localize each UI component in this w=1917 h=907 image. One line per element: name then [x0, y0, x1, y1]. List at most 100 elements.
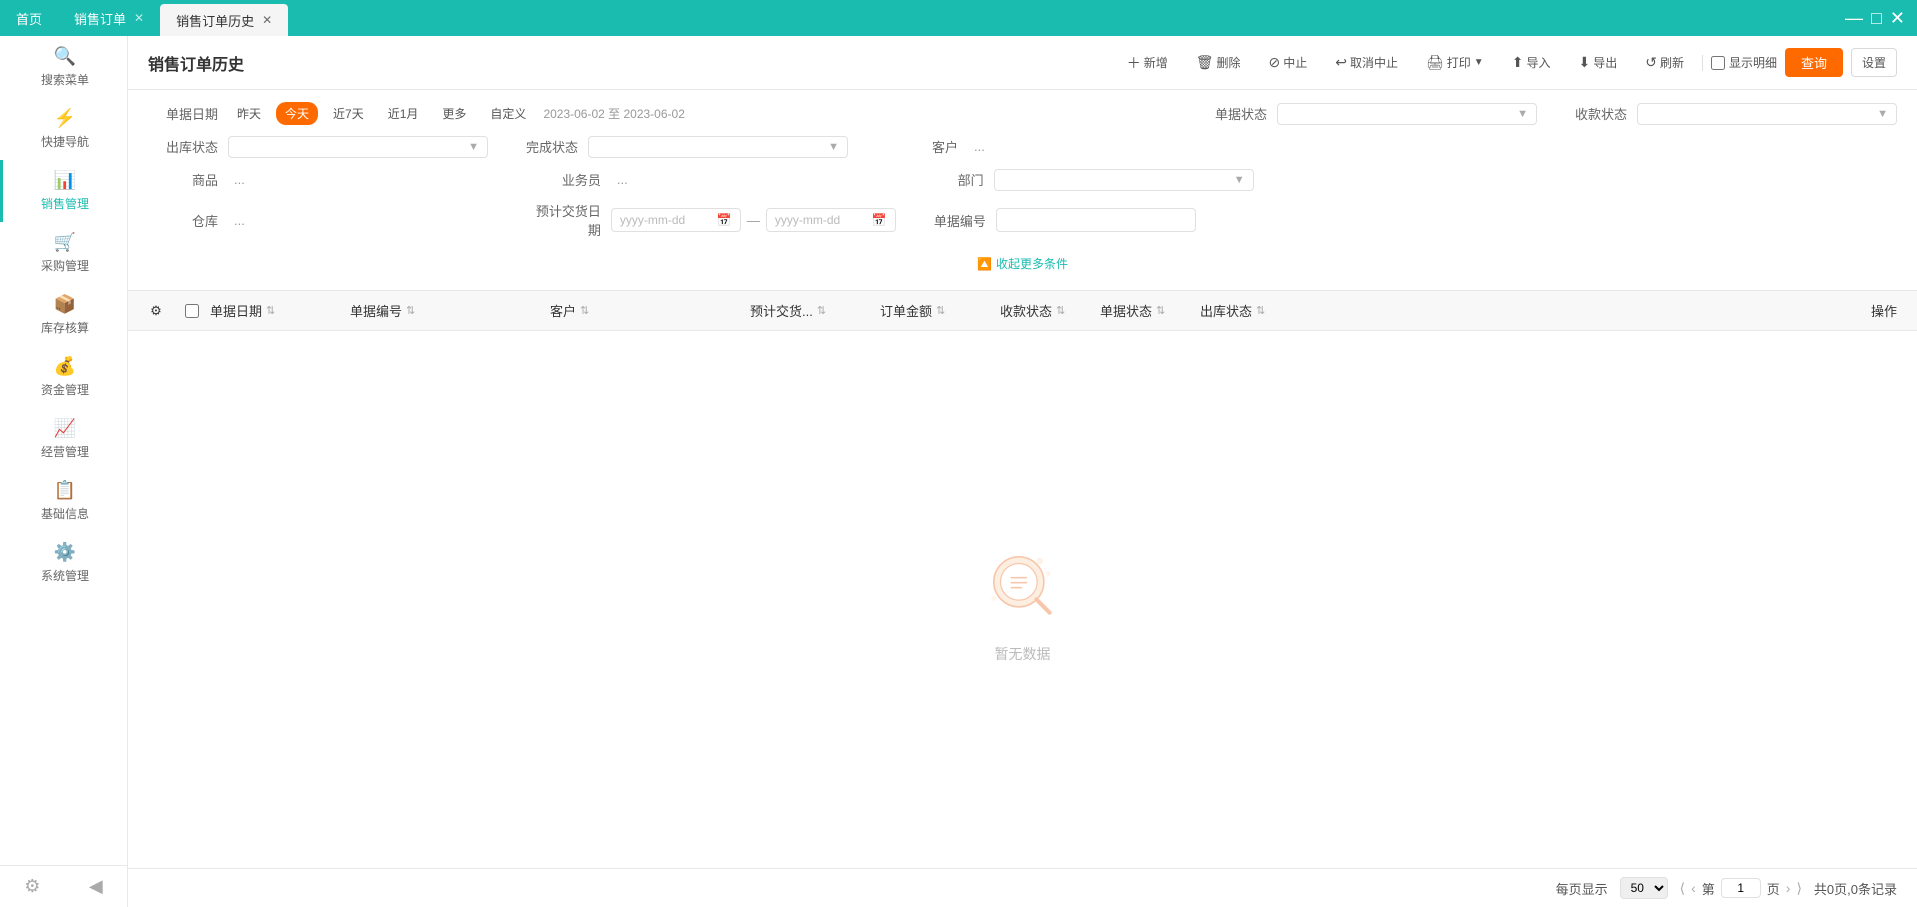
show-detail-checkbox[interactable]: [1711, 56, 1725, 70]
sidebar-item-search-menu[interactable]: 🔍 搜索菜单: [0, 36, 127, 98]
date-tag-more[interactable]: 更多: [433, 102, 475, 125]
col-checkbox-header[interactable]: [174, 304, 210, 318]
close-tab-sales-order[interactable]: ✕: [134, 11, 144, 25]
col-action-header: 操作: [1300, 301, 1907, 320]
refresh-icon: ↺: [1645, 54, 1657, 71]
sidebar-item-quick-nav[interactable]: ⚡ 快捷导航: [0, 98, 127, 160]
delivery-date-label: 预计交货日期: [531, 201, 611, 239]
table-section: ⚙ 单据日期 ⇅ 单据编号 ⇅ 客户 ⇅ 预计交货...: [128, 291, 1917, 868]
product-label: 商品: [148, 170, 228, 189]
sidebar-item-inventory[interactable]: 📦 库存核算: [0, 284, 127, 346]
last-page-icon[interactable]: ⟩: [1796, 880, 1801, 897]
customer-dots[interactable]: ...: [968, 135, 991, 158]
order-no-input[interactable]: [996, 208, 1196, 232]
minimize-icon[interactable]: —: [1845, 8, 1863, 29]
new-icon: ＋: [1127, 53, 1141, 73]
order-status-sort-icon[interactable]: ⇅: [1156, 304, 1165, 317]
close-tab-history[interactable]: ✕: [262, 13, 272, 27]
cancel-stop-button[interactable]: ↩ 取消中止: [1325, 50, 1408, 75]
tab-home[interactable]: 首页: [0, 0, 58, 36]
tab-sales-order[interactable]: 销售订单 ✕: [58, 0, 160, 36]
first-page-icon[interactable]: ⟨: [1680, 880, 1685, 897]
customer-sort-icon[interactable]: ⇅: [580, 304, 589, 317]
delete-button[interactable]: 🗑 删除: [1186, 50, 1251, 75]
page-size-select[interactable]: 50: [1620, 877, 1668, 899]
date-tag-today[interactable]: 今天: [276, 102, 318, 125]
tab-sales-order-history[interactable]: 销售订单历史 ✕: [160, 4, 288, 36]
salesman-label: 业务员: [531, 170, 611, 189]
sidebar-item-sales[interactable]: 📊 销售管理: [0, 160, 127, 222]
dept-select[interactable]: ▼: [994, 169, 1254, 191]
date-tag-yesterday[interactable]: 昨天: [228, 102, 270, 125]
warehouse-label: 仓库: [148, 211, 228, 230]
dept-label: 部门: [914, 170, 994, 189]
col-customer-header[interactable]: 客户 ⇅: [550, 301, 750, 320]
complete-status-select[interactable]: ▼: [588, 136, 848, 158]
window-close-icon[interactable]: ✕: [1890, 8, 1905, 29]
col-order-no-header[interactable]: 单据编号 ⇅: [350, 301, 550, 320]
delivery-sort-icon[interactable]: ⇅: [817, 304, 826, 317]
payment-status-arrow: ▼: [1877, 108, 1888, 120]
sidebar-item-basic-info[interactable]: 📋 基础信息: [0, 470, 127, 532]
col-date-header[interactable]: 单据日期 ⇅: [210, 301, 350, 320]
refresh-button[interactable]: ↺ 刷新: [1635, 50, 1694, 75]
amount-sort-icon[interactable]: ⇅: [936, 304, 945, 317]
sidebar-item-capital[interactable]: 💰 资金管理: [0, 346, 127, 408]
export-button[interactable]: ⬇ 导出: [1568, 50, 1627, 75]
filter-row-2: 出库状态 ▼ 完成状态 ▼ 客户 ...: [148, 135, 1897, 158]
top-bar: 首页 销售订单 ✕ 销售订单历史 ✕ — □ ✕: [0, 0, 1917, 36]
col-amount-header[interactable]: 订单金额 ⇅: [880, 301, 1000, 320]
order-status-select[interactable]: ▼: [1277, 103, 1537, 125]
date-tags-group: 昨天 今天 近7天 近1月 更多 自定义: [228, 102, 535, 125]
product-dots[interactable]: ...: [228, 168, 251, 191]
select-all-checkbox[interactable]: [185, 304, 199, 318]
collapse-row[interactable]: 🔼 收起更多条件: [148, 249, 1897, 278]
stop-icon: ⊘: [1269, 54, 1281, 71]
col-delivery-header[interactable]: 预计交货... ⇅: [750, 301, 880, 320]
col-payment-header[interactable]: 收款状态 ⇅: [1000, 301, 1100, 320]
date-sort-icon[interactable]: ⇅: [266, 304, 275, 317]
delivery-date-end[interactable]: yyyy-mm-dd 📅: [766, 208, 896, 232]
collapse-sidebar-icon[interactable]: ◀: [89, 876, 103, 897]
new-button[interactable]: ＋ 新增: [1117, 49, 1178, 77]
import-button[interactable]: ⬆ 导入: [1502, 50, 1561, 75]
payment-sort-icon[interactable]: ⇅: [1056, 304, 1065, 317]
page-number-input[interactable]: [1721, 878, 1761, 898]
toolbar-divider: [1702, 55, 1703, 71]
order-no-sort-icon[interactable]: ⇅: [406, 304, 415, 317]
date-tag-custom[interactable]: 自定义: [481, 102, 535, 125]
prev-page-icon[interactable]: ‹: [1691, 880, 1696, 896]
empty-illustration: [973, 536, 1073, 636]
date-tag-7days[interactable]: 近7天: [324, 102, 373, 125]
warehouse-dots[interactable]: ...: [228, 209, 251, 232]
query-button[interactable]: 查询: [1785, 48, 1843, 77]
window-controls: — □ ✕: [1845, 8, 1917, 29]
col-order-status-header[interactable]: 单据状态 ⇅: [1100, 301, 1200, 320]
payment-status-select[interactable]: ▼: [1637, 103, 1897, 125]
sidebar-item-purchase[interactable]: 🛒 采购管理: [0, 222, 127, 284]
sidebar-item-operations[interactable]: 📈 经营管理: [0, 408, 127, 470]
show-detail-label[interactable]: 显示明细: [1711, 54, 1777, 71]
salesman-dots[interactable]: ...: [611, 168, 634, 191]
page-title: 销售订单历史: [148, 51, 244, 87]
maximize-icon[interactable]: □: [1871, 8, 1882, 29]
print-button[interactable]: 🖨 打印 ▼: [1416, 50, 1494, 75]
next-page-icon[interactable]: ›: [1786, 880, 1791, 896]
empty-text: 暂无数据: [995, 644, 1051, 664]
system-icon: ⚙️: [54, 542, 76, 563]
col-settings[interactable]: ⚙: [138, 303, 174, 319]
stock-status-select[interactable]: ▼: [228, 136, 488, 158]
pagination: ⟨ ‹ 第 页 › ⟩: [1680, 878, 1802, 898]
date-tag-1month[interactable]: 近1月: [379, 102, 428, 125]
settings-button[interactable]: 设置: [1851, 48, 1897, 77]
stock-sort-icon[interactable]: ⇅: [1256, 304, 1265, 317]
settings-icon[interactable]: ⚙: [150, 303, 162, 319]
filter-row-4: 仓库 ... 预计交货日期 yyyy-mm-dd 📅 — yyyy-mm-dd …: [148, 201, 1897, 239]
sidebar-item-system[interactable]: ⚙️ 系统管理: [0, 532, 127, 594]
col-stock-header[interactable]: 出库状态 ⇅: [1200, 301, 1300, 320]
settings-bottom-icon[interactable]: ⚙: [24, 876, 40, 897]
stop-button[interactable]: ⊘ 中止: [1259, 50, 1318, 75]
calendar-start-icon[interactable]: 📅: [717, 213, 732, 227]
delivery-date-start[interactable]: yyyy-mm-dd 📅: [611, 208, 741, 232]
calendar-end-icon[interactable]: 📅: [872, 213, 887, 227]
